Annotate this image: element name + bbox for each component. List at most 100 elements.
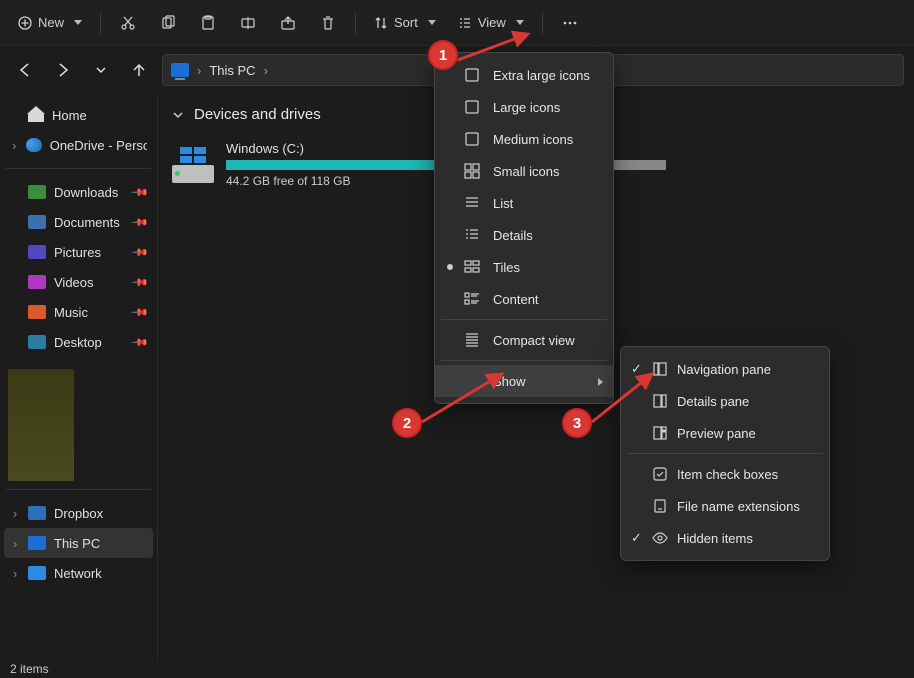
pc-icon <box>171 63 189 77</box>
menu-item-label: Small icons <box>493 164 559 179</box>
folder-icon <box>28 305 46 319</box>
menu-item-large-icons[interactable]: Large icons <box>435 91 613 123</box>
share-button[interactable] <box>271 6 305 40</box>
breadcrumb-location[interactable]: This PC <box>209 63 255 78</box>
menu-item-navigation-pane[interactable]: ✓Navigation pane <box>621 353 829 385</box>
copy-button[interactable] <box>151 6 185 40</box>
sidebar-item-dropbox[interactable]: ›Dropbox <box>4 498 153 528</box>
sidebar-item-downloads[interactable]: Downloads 📌 <box>4 177 153 207</box>
toolbar: New Sort View <box>0 0 914 46</box>
separator-icon <box>6 168 151 169</box>
rename-button[interactable] <box>231 6 265 40</box>
sidebar-item-videos[interactable]: Videos📌 <box>4 267 153 297</box>
sidebar-item-label: Dropbox <box>54 506 103 521</box>
status-bar: 2 items <box>0 660 914 678</box>
paste-button[interactable] <box>191 6 225 40</box>
menu-item-compact-view[interactable]: Compact view <box>435 324 613 356</box>
menu-item-show[interactable]: Show <box>435 365 613 397</box>
forward-button[interactable] <box>48 55 78 85</box>
more-button[interactable] <box>553 6 587 40</box>
back-button[interactable] <box>10 55 40 85</box>
back-icon <box>17 62 33 78</box>
det-icon <box>651 393 669 409</box>
sort-button[interactable]: Sort <box>366 6 444 40</box>
folder-icon <box>28 185 46 199</box>
menu-item-hidden-items[interactable]: ✓ Hidden items <box>621 522 829 554</box>
sort-label: Sort <box>394 15 418 30</box>
delete-icon <box>320 15 336 31</box>
nav-icon <box>651 361 669 377</box>
sidebar-item-label: Desktop <box>54 335 102 350</box>
sidebar-item-onedrive[interactable]: › OneDrive - Persona <box>4 130 153 160</box>
hid-icon <box>651 530 669 546</box>
separator-icon <box>100 12 101 34</box>
sidebar-item-desktop[interactable]: Desktop📌 <box>4 327 153 357</box>
chevron-right-icon: › <box>264 63 268 78</box>
location-icon <box>28 536 46 550</box>
separator-icon <box>441 319 607 320</box>
new-button[interactable]: New <box>10 6 90 40</box>
folder-icon <box>28 215 46 229</box>
menu-item-label: Item check boxes <box>677 467 778 482</box>
home-icon <box>28 108 44 122</box>
delete-button[interactable] <box>311 6 345 40</box>
compact-icon <box>463 332 481 348</box>
check-icon: ✓ <box>631 530 649 546</box>
copy-icon <box>160 15 176 31</box>
sidebar-item-label: Home <box>52 108 87 123</box>
menu-item-label: Compact view <box>493 333 575 348</box>
menu-item-details[interactable]: Details <box>435 219 613 251</box>
menu-item-label: Details <box>493 228 533 243</box>
list-icon <box>463 195 481 211</box>
menu-item-details-pane[interactable]: Details pane <box>621 385 829 417</box>
view-button[interactable]: View <box>450 6 532 40</box>
sidebar: Home › OneDrive - Persona Downloads 📌 Docu… <box>0 94 158 660</box>
menu-item-list[interactable]: List <box>435 187 613 219</box>
menu-item-label: Large icons <box>493 100 560 115</box>
folder-icon <box>28 275 46 289</box>
sidebar-item-pictures[interactable]: Pictures📌 <box>4 237 153 267</box>
show-submenu: ✓Navigation pane Details pane Preview pane… <box>620 346 830 561</box>
content-icon <box>463 291 481 307</box>
sidebar-item-network[interactable]: ›Network <box>4 558 153 588</box>
menu-item-item-check-boxes[interactable]: Item check boxes <box>621 458 829 490</box>
menu-item-label: Hidden items <box>677 531 753 546</box>
menu-item-small-icons[interactable]: Small icons <box>435 155 613 187</box>
menu-item-label: Preview pane <box>677 426 756 441</box>
sidebar-item-music[interactable]: Music📌 <box>4 297 153 327</box>
history-button[interactable] <box>86 55 116 85</box>
pin-icon: 📌 <box>131 183 150 202</box>
chevron-right-icon: › <box>10 138 18 153</box>
sidebar-item-label: Downloads <box>54 185 118 200</box>
cut-button[interactable] <box>111 6 145 40</box>
separator-icon <box>627 453 823 454</box>
menu-item-tiles[interactable]: Tiles <box>435 251 613 283</box>
menu-item-extra-large-icons[interactable]: Extra large icons <box>435 59 613 91</box>
paste-icon <box>200 15 216 31</box>
separator-icon <box>355 12 356 34</box>
menu-item-preview-pane[interactable]: Preview pane <box>621 417 829 449</box>
menu-item-label: Extra large icons <box>493 68 590 83</box>
sidebar-item-home[interactable]: Home <box>4 100 153 130</box>
sidebar-item-this-pc[interactable]: ›This PC <box>4 528 153 558</box>
pin-icon: 📌 <box>131 303 150 322</box>
up-button[interactable] <box>124 55 154 85</box>
sidebar-item-label: Network <box>54 566 102 581</box>
pin-icon: 📌 <box>131 273 150 292</box>
group-title: Devices and drives <box>194 106 321 123</box>
chk-icon <box>651 466 669 482</box>
menu-item-medium-icons[interactable]: Medium icons <box>435 123 613 155</box>
sidebar-thumbnail[interactable] <box>8 369 74 481</box>
menu-item-label: Details pane <box>677 394 749 409</box>
xl-icon <box>463 67 481 83</box>
menu-item-content[interactable]: Content <box>435 283 613 315</box>
menu-item-file-name-extensions[interactable]: File name extensions <box>621 490 829 522</box>
chevron-right-icon <box>598 374 603 389</box>
sidebar-item-documents[interactable]: Documents📌 <box>4 207 153 237</box>
view-label: View <box>478 15 506 30</box>
status-item-count: 2 items <box>10 662 49 676</box>
chevron-right-icon: › <box>10 536 20 551</box>
menu-item-label: Tiles <box>493 260 520 275</box>
forward-icon <box>55 62 71 78</box>
lg-icon <box>463 99 481 115</box>
